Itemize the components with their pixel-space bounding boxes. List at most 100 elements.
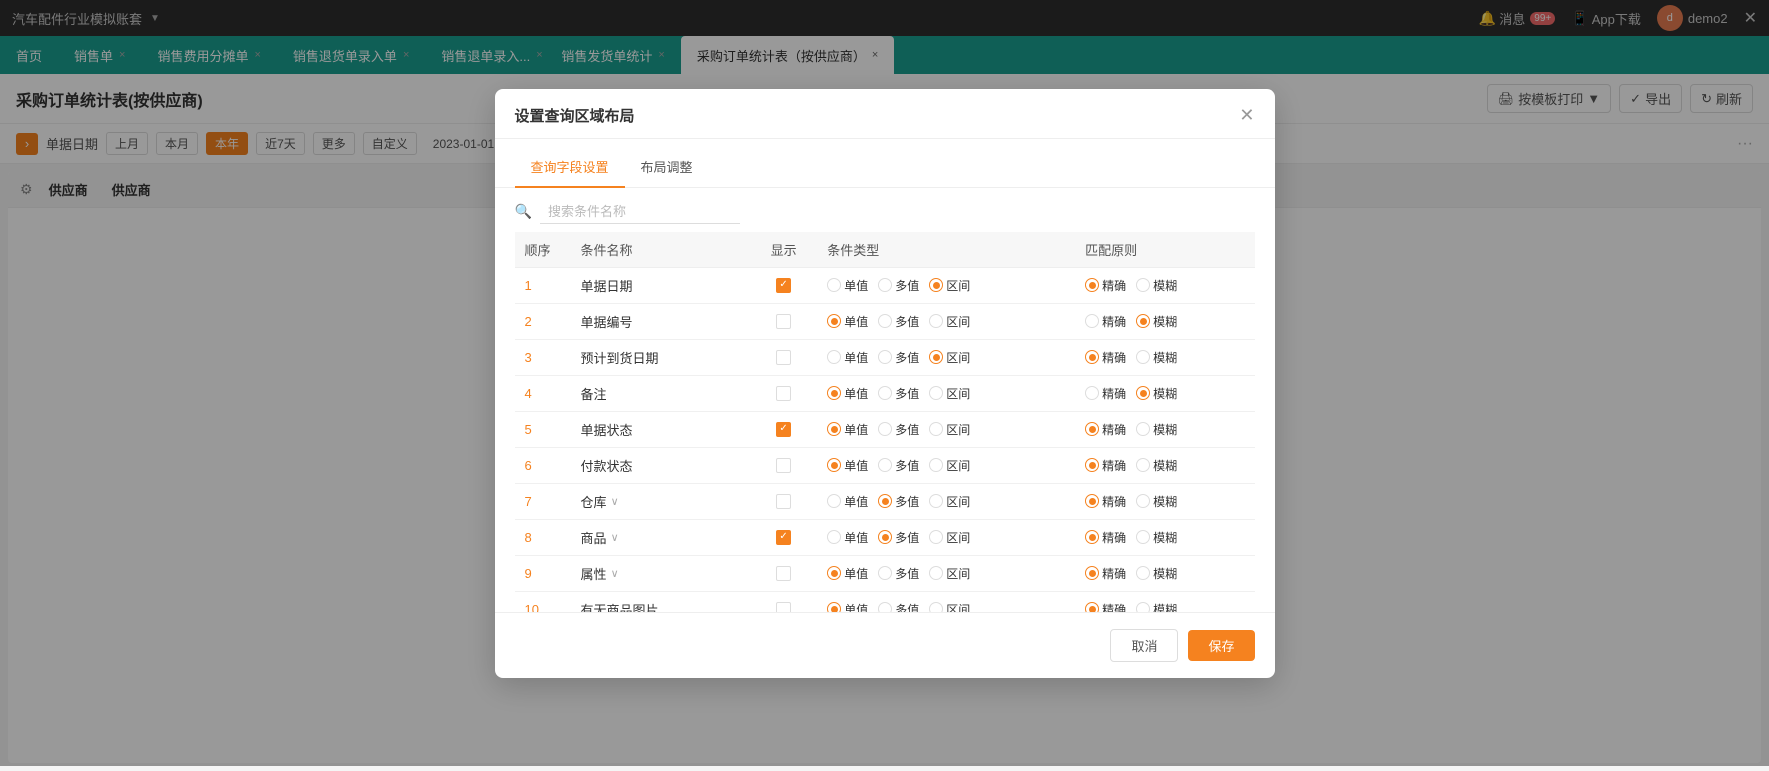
type-range-radio[interactable]: 区间 — [929, 529, 970, 546]
type-range-radio[interactable]: 区间 — [929, 493, 970, 510]
display-cell[interactable] — [750, 447, 817, 483]
type-multi-radio[interactable]: 多值 — [878, 457, 919, 474]
display-checkbox[interactable] — [776, 494, 791, 509]
type-range-radio[interactable]: 区间 — [929, 601, 970, 612]
table-row: 9 属性 ∨ 单 — [515, 555, 1255, 591]
type-multi-radio[interactable]: 多值 — [878, 421, 919, 438]
display-checkbox[interactable] — [776, 278, 791, 293]
type-range-radio[interactable]: 区间 — [929, 349, 970, 366]
display-cell[interactable] — [750, 555, 817, 591]
type-cell: 单值 多值 区间 — [817, 267, 1075, 303]
match-exact-radio[interactable]: 精确 — [1085, 565, 1126, 582]
type-single-radio[interactable]: 单值 — [827, 529, 868, 546]
type-multi-dot — [878, 530, 892, 544]
match-exact-dot — [1085, 494, 1099, 508]
match-fuzzy-dot — [1136, 278, 1150, 292]
match-fuzzy-radio[interactable]: 模糊 — [1136, 529, 1177, 546]
match-fuzzy-radio[interactable]: 模糊 — [1136, 421, 1177, 438]
type-multi-radio[interactable]: 多值 — [878, 565, 919, 582]
type-single-dot — [827, 314, 841, 328]
dialog-tab-layout[interactable]: 布局调整 — [625, 151, 709, 188]
dialog-tabs: 查询字段设置 布局调整 — [495, 139, 1275, 188]
type-single-radio[interactable]: 单值 — [827, 601, 868, 612]
type-single-radio[interactable]: 单值 — [827, 493, 868, 510]
match-exact-radio[interactable]: 精确 — [1085, 421, 1126, 438]
display-cell[interactable] — [750, 411, 817, 447]
display-cell[interactable] — [750, 375, 817, 411]
settings-dialog: 设置查询区域布局 ✕ 查询字段设置 布局调整 🔍 顺序 条件名称 显示 条件类型 — [495, 89, 1275, 678]
match-exact-radio[interactable]: 精确 — [1085, 457, 1126, 474]
match-fuzzy-radio[interactable]: 模糊 — [1136, 565, 1177, 582]
type-range-radio[interactable]: 区间 — [929, 565, 970, 582]
type-range-dot — [929, 458, 943, 472]
match-cell: 精确 模糊 — [1075, 555, 1254, 591]
display-checkbox[interactable] — [776, 422, 791, 437]
type-single-dot — [827, 422, 841, 436]
type-multi-radio[interactable]: 多值 — [878, 385, 919, 402]
type-single-radio[interactable]: 单值 — [827, 421, 868, 438]
type-single-radio[interactable]: 单值 — [827, 277, 868, 294]
expand-arrow-icon[interactable]: ∨ — [611, 567, 619, 580]
seq-cell: 10 — [515, 591, 571, 612]
type-single-radio[interactable]: 单值 — [827, 457, 868, 474]
dialog-tab-query-fields[interactable]: 查询字段设置 — [515, 151, 625, 188]
display-cell[interactable] — [750, 519, 817, 555]
type-range-radio[interactable]: 区间 — [929, 385, 970, 402]
match-exact-radio[interactable]: 精确 — [1085, 277, 1126, 294]
type-range-radio[interactable]: 区间 — [929, 457, 970, 474]
expand-arrow-icon[interactable]: ∨ — [611, 531, 619, 544]
match-fuzzy-radio[interactable]: 模糊 — [1136, 601, 1177, 612]
match-exact-radio[interactable]: 精确 — [1085, 529, 1126, 546]
type-single-radio[interactable]: 单值 — [827, 565, 868, 582]
match-fuzzy-radio[interactable]: 模糊 — [1136, 493, 1177, 510]
display-checkbox[interactable] — [776, 314, 791, 329]
match-exact-radio[interactable]: 精确 — [1085, 349, 1126, 366]
dialog-close-button[interactable]: ✕ — [1239, 105, 1254, 126]
table-row: 3 预计到货日期 单值 多值 — [515, 339, 1255, 375]
match-exact-radio[interactable]: 精确 — [1085, 493, 1126, 510]
type-range-radio[interactable]: 区间 — [929, 421, 970, 438]
display-cell[interactable] — [750, 339, 817, 375]
match-fuzzy-radio[interactable]: 模糊 — [1136, 385, 1177, 402]
type-multi-radio[interactable]: 多值 — [878, 529, 919, 546]
match-exact-radio[interactable]: 精确 — [1085, 601, 1126, 612]
display-cell[interactable] — [750, 591, 817, 612]
match-fuzzy-radio[interactable]: 模糊 — [1136, 277, 1177, 294]
match-fuzzy-dot — [1136, 350, 1150, 364]
type-range-dot — [929, 566, 943, 580]
type-range-radio[interactable]: 区间 — [929, 277, 970, 294]
type-multi-radio[interactable]: 多值 — [878, 601, 919, 612]
display-checkbox[interactable] — [776, 350, 791, 365]
type-multi-radio[interactable]: 多值 — [878, 277, 919, 294]
type-range-dot — [929, 602, 943, 612]
cancel-button[interactable]: 取消 — [1110, 629, 1178, 662]
display-cell[interactable] — [750, 303, 817, 339]
dialog-search-input[interactable] — [540, 200, 740, 224]
type-single-radio[interactable]: 单值 — [827, 349, 868, 366]
type-multi-radio[interactable]: 多值 — [878, 313, 919, 330]
display-checkbox[interactable] — [776, 566, 791, 581]
save-button[interactable]: 保存 — [1188, 630, 1254, 661]
match-cell: 精确 模糊 — [1075, 447, 1254, 483]
match-fuzzy-radio[interactable]: 模糊 — [1136, 313, 1177, 330]
match-fuzzy-dot — [1136, 386, 1150, 400]
type-single-radio[interactable]: 单值 — [827, 313, 868, 330]
match-exact-radio[interactable]: 精确 — [1085, 385, 1126, 402]
match-fuzzy-radio[interactable]: 模糊 — [1136, 349, 1177, 366]
type-multi-radio[interactable]: 多值 — [878, 349, 919, 366]
type-range-dot — [929, 422, 943, 436]
display-cell[interactable] — [750, 267, 817, 303]
type-range-radio[interactable]: 区间 — [929, 313, 970, 330]
display-cell[interactable] — [750, 483, 817, 519]
match-exact-radio[interactable]: 精确 — [1085, 313, 1126, 330]
table-row: 8 商品 ∨ 单 — [515, 519, 1255, 555]
display-checkbox[interactable] — [776, 530, 791, 545]
seq-cell: 2 — [515, 303, 571, 339]
display-checkbox[interactable] — [776, 602, 791, 612]
display-checkbox[interactable] — [776, 458, 791, 473]
type-multi-radio[interactable]: 多值 — [878, 493, 919, 510]
match-fuzzy-radio[interactable]: 模糊 — [1136, 457, 1177, 474]
type-single-radio[interactable]: 单值 — [827, 385, 868, 402]
display-checkbox[interactable] — [776, 386, 791, 401]
expand-arrow-icon[interactable]: ∨ — [611, 495, 619, 508]
